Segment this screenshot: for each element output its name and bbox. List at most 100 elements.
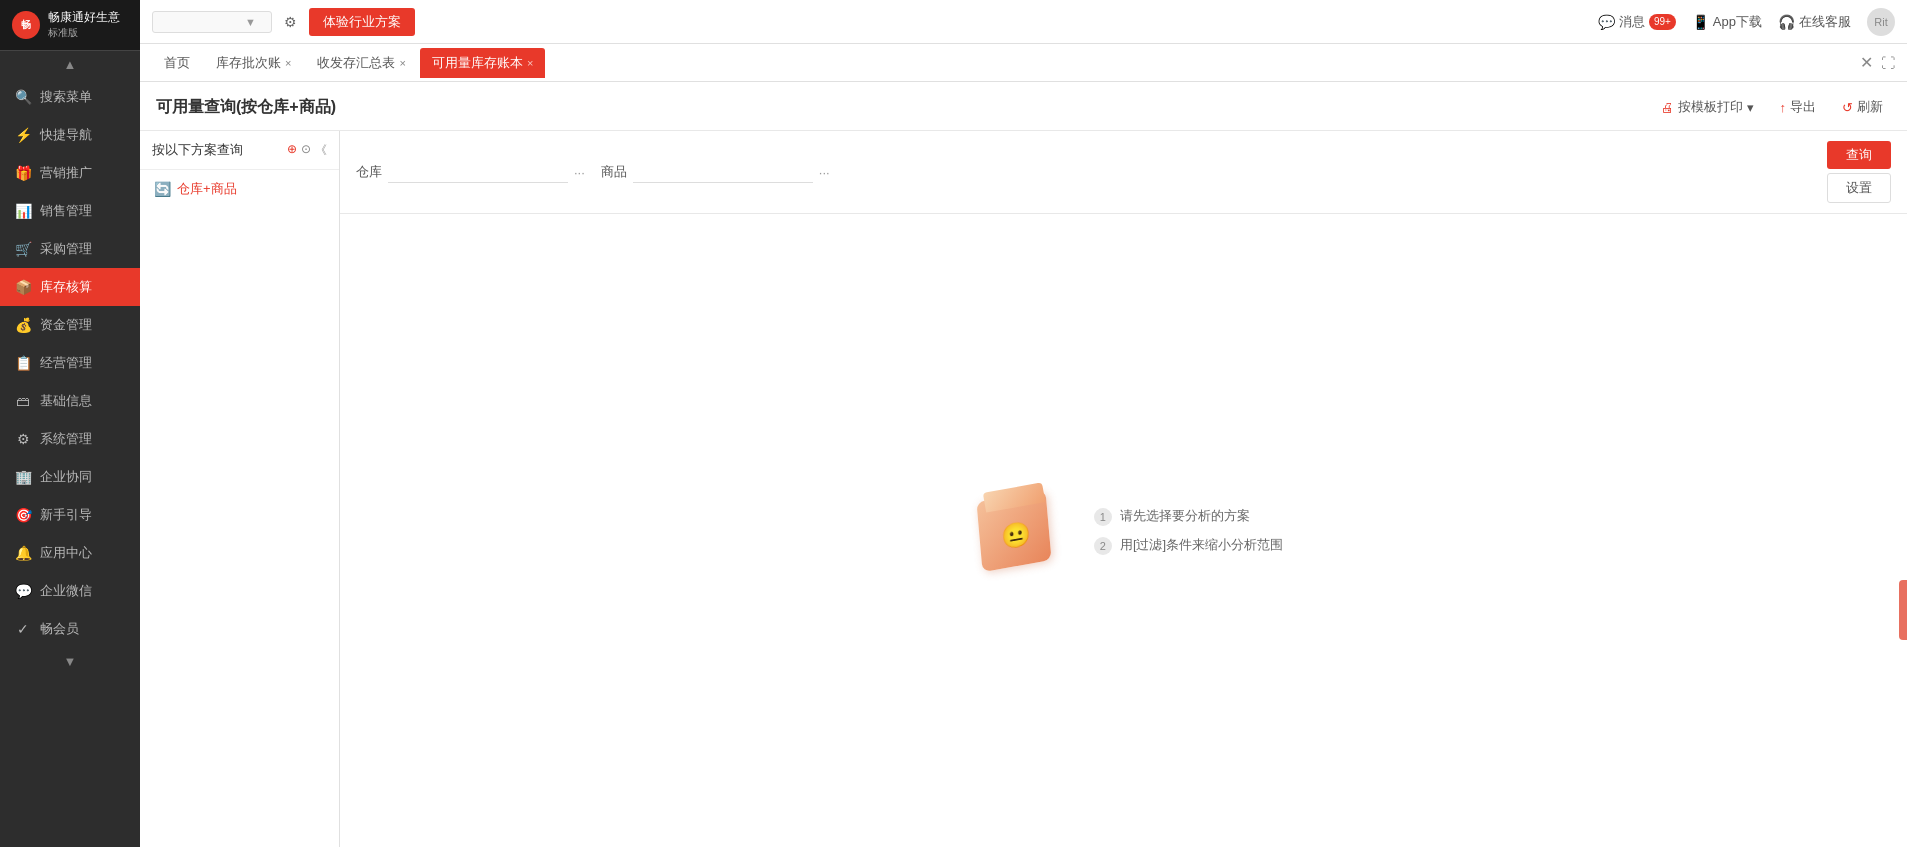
filter-item-warehouse-goods[interactable]: 🔄 仓库+商品 bbox=[140, 170, 339, 208]
sidebar-header: 畅 畅康通好生意 标准版 bbox=[0, 0, 140, 51]
topbar: ▼ ⚙ 体验行业方案 💬 消息 99+ 📱 App下载 🎧 在线客服 Rit bbox=[140, 0, 1907, 44]
sidebar-item-label: 搜索菜单 bbox=[40, 88, 92, 106]
avatar: Rit bbox=[1867, 8, 1895, 36]
message-btn[interactable]: 💬 消息 99+ bbox=[1598, 13, 1676, 31]
sidebar-item-purchase[interactable]: 🛒 采购管理 bbox=[0, 230, 140, 268]
warehouse-label: 仓库 bbox=[356, 163, 382, 181]
tabs-bar: 首页 库存批次账 × 收发存汇总表 × 可用量库存账本 × ✕ ⛶ bbox=[140, 44, 1907, 82]
sidebar-scroll-down[interactable]: ▼ bbox=[0, 648, 140, 675]
sidebar-item-shortcut[interactable]: ⚡ 快捷导航 bbox=[0, 116, 140, 154]
warehouse-ellipsis[interactable]: ··· bbox=[574, 165, 585, 180]
sidebar-title-group: 畅康通好生意 标准版 bbox=[48, 10, 120, 40]
goods-label: 商品 bbox=[601, 163, 627, 181]
customer-service-btn[interactable]: 🎧 在线客服 bbox=[1778, 13, 1851, 31]
user-menu[interactable]: Rit bbox=[1867, 8, 1895, 36]
add-filter-icon[interactable]: ⊕ bbox=[287, 142, 297, 159]
operations-icon: 📋 bbox=[14, 355, 32, 371]
sidebar-item-member[interactable]: ✓ 畅会员 bbox=[0, 610, 140, 648]
collapse-panel-icon[interactable]: 《 bbox=[315, 142, 327, 159]
sidebar-item-inventory[interactable]: 📦 库存核算 bbox=[0, 268, 140, 306]
refresh-btn[interactable]: ↺ 刷新 bbox=[1834, 94, 1891, 120]
sidebar-app-name: 畅康通好生意 bbox=[48, 10, 120, 26]
tab-close-all-btn[interactable]: ✕ bbox=[1860, 53, 1873, 72]
refresh-icon: ↺ bbox=[1842, 100, 1853, 115]
topbar-search-input[interactable] bbox=[161, 15, 241, 29]
tip-text-2: 用[过滤]条件来缩小分析范围 bbox=[1120, 536, 1283, 554]
close-icon[interactable]: × bbox=[285, 57, 291, 69]
filter-settings-icon[interactable]: ⊙ bbox=[301, 142, 311, 159]
query-button[interactable]: 查询 bbox=[1827, 141, 1891, 169]
newbie-icon: 🎯 bbox=[14, 507, 32, 523]
empty-state: 😐 1 请先选择要分析的方案 2 用[过滤]条件来缩小分析范围 bbox=[340, 214, 1907, 847]
sidebar-item-marketing[interactable]: 🎁 营销推广 bbox=[0, 154, 140, 192]
customer-service-label: 在线客服 bbox=[1799, 13, 1851, 31]
topbar-search-box[interactable]: ▼ bbox=[152, 11, 272, 33]
tab-home-label: 首页 bbox=[164, 54, 190, 72]
sidebar-item-newbie[interactable]: 🎯 新手引导 bbox=[0, 496, 140, 534]
sidebar-item-label: 基础信息 bbox=[40, 392, 92, 410]
headset-icon: 🎧 bbox=[1778, 14, 1795, 30]
sidebar-item-basic[interactable]: 🗃 基础信息 bbox=[0, 382, 140, 420]
gear-icon[interactable]: ⚙ bbox=[280, 10, 301, 34]
right-content: 仓库 ··· 商品 ··· 查询 设置 bbox=[340, 131, 1907, 847]
page-header-actions: 🖨 按模板打印 ▾ ↑ 导出 ↺ 刷新 bbox=[1653, 94, 1892, 120]
empty-tips: 1 请先选择要分析的方案 2 用[过滤]条件来缩小分析范围 bbox=[1094, 507, 1283, 555]
export-icon: ↑ bbox=[1780, 100, 1787, 115]
goods-input[interactable] bbox=[633, 161, 813, 183]
tab-expand-btn[interactable]: ⛶ bbox=[1881, 55, 1895, 71]
sidebar-item-system[interactable]: ⚙ 系统管理 bbox=[0, 420, 140, 458]
warehouse-input[interactable] bbox=[388, 161, 568, 183]
tab-home[interactable]: 首页 bbox=[152, 48, 202, 78]
app-download-btn[interactable]: 📱 App下载 bbox=[1692, 13, 1762, 31]
chevron-down-icon[interactable]: ▾ bbox=[1747, 100, 1754, 115]
sidebar-version-badge: 标准版 bbox=[48, 26, 120, 40]
tip-number-2: 2 bbox=[1094, 537, 1112, 555]
inventory-icon: 📦 bbox=[14, 279, 32, 295]
right-edge-scroll bbox=[1899, 580, 1907, 640]
sidebar-item-label: 应用中心 bbox=[40, 544, 92, 562]
sidebar-nav: ▲ 🔍 搜索菜单 ⚡ 快捷导航 🎁 营销推广 📊 销售管理 🛒 采购管理 📦 库… bbox=[0, 51, 140, 847]
industry-btn[interactable]: 体验行业方案 bbox=[309, 8, 415, 36]
goods-ellipsis[interactable]: ··· bbox=[819, 165, 830, 180]
sidebar-item-sales[interactable]: 📊 销售管理 bbox=[0, 192, 140, 230]
marketing-icon: 🎁 bbox=[14, 165, 32, 181]
sidebar-item-search[interactable]: 🔍 搜索菜单 bbox=[0, 78, 140, 116]
close-icon[interactable]: × bbox=[527, 57, 533, 69]
content-area: 按以下方案查询 ⊕ ⊙ 《 🔄 仓库+商品 仓库 ··· bbox=[140, 131, 1907, 847]
shortcut-icon: ⚡ bbox=[14, 127, 32, 143]
sidebar-item-label: 经营管理 bbox=[40, 354, 92, 372]
empty-tip-1: 1 请先选择要分析的方案 bbox=[1094, 507, 1283, 526]
sidebar-item-appcenter[interactable]: 🔔 应用中心 bbox=[0, 534, 140, 572]
filter-panel-header: 按以下方案查询 ⊕ ⊙ 《 bbox=[140, 131, 339, 170]
close-icon[interactable]: × bbox=[399, 57, 405, 69]
warehouse-field: 仓库 ··· bbox=[356, 161, 585, 183]
sidebar-item-wechat[interactable]: 💬 企业微信 bbox=[0, 572, 140, 610]
sidebar: 畅 畅康通好生意 标准版 ▲ 🔍 搜索菜单 ⚡ 快捷导航 🎁 营销推广 📊 销售… bbox=[0, 0, 140, 847]
tab-available-label: 可用量库存账本 bbox=[432, 54, 523, 72]
export-label: 导出 bbox=[1790, 98, 1816, 116]
print-btn[interactable]: 🖨 按模板打印 ▾ bbox=[1653, 94, 1762, 120]
sidebar-item-finance[interactable]: 💰 资金管理 bbox=[0, 306, 140, 344]
settings-button[interactable]: 设置 bbox=[1827, 173, 1891, 203]
sidebar-scroll-up[interactable]: ▲ bbox=[0, 51, 140, 78]
tab-batch[interactable]: 库存批次账 × bbox=[204, 48, 303, 78]
sidebar-item-cooperation[interactable]: 🏢 企业协同 bbox=[0, 458, 140, 496]
sidebar-item-operations[interactable]: 📋 经营管理 bbox=[0, 344, 140, 382]
empty-illustration: 😐 bbox=[964, 481, 1064, 581]
page-header: 可用量查询(按仓库+商品) 🖨 按模板打印 ▾ ↑ 导出 ↺ 刷新 bbox=[140, 82, 1907, 131]
sidebar-item-label: 采购管理 bbox=[40, 240, 92, 258]
query-actions: 查询 设置 bbox=[1827, 141, 1891, 203]
export-btn[interactable]: ↑ 导出 bbox=[1772, 94, 1825, 120]
appcenter-icon: 🔔 bbox=[14, 545, 32, 561]
tab-receive[interactable]: 收发存汇总表 × bbox=[305, 48, 417, 78]
chevron-down-icon[interactable]: ▼ bbox=[245, 16, 256, 28]
avatar-initials: Rit bbox=[1874, 16, 1887, 28]
purchase-icon: 🛒 bbox=[14, 241, 32, 257]
empty-face-icon: 😐 bbox=[1000, 519, 1032, 552]
sidebar-logo: 畅 bbox=[12, 11, 40, 39]
sidebar-item-label: 库存核算 bbox=[40, 278, 92, 296]
page-title: 可用量查询(按仓库+商品) bbox=[156, 97, 336, 118]
app-download-label: App下载 bbox=[1713, 13, 1762, 31]
system-icon: ⚙ bbox=[14, 431, 32, 447]
tab-available[interactable]: 可用量库存账本 × bbox=[420, 48, 545, 78]
